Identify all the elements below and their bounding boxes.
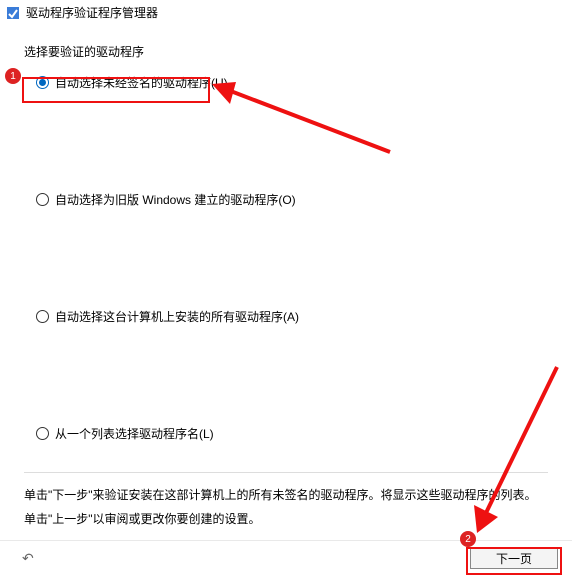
title-bar: 驱动程序验证程序管理器 xyxy=(0,0,572,25)
radio-label: 自动选择为旧版 Windows 建立的驱动程序(O) xyxy=(55,191,296,208)
radio-option-old-windows[interactable]: 自动选择为旧版 Windows 建立的驱动程序(O) xyxy=(36,191,544,208)
app-icon xyxy=(6,6,20,20)
radio-option-from-list[interactable]: 从一个列表选择驱动程序名(L) xyxy=(36,425,544,442)
radio-option-all-drivers[interactable]: 自动选择这台计算机上安装的所有驱动程序(A) xyxy=(36,308,544,325)
radio-icon xyxy=(36,193,49,206)
description: 单击"下一步"来验证安装在这部计算机上的所有未签名的驱动程序。将显示这些驱动程序… xyxy=(24,483,548,531)
radio-group: 自动选择未经签名的驱动程序(U) 自动选择为旧版 Windows 建立的驱动程序… xyxy=(24,74,548,442)
content-area: 选择要验证的驱动程序 自动选择未经签名的驱动程序(U) 自动选择为旧版 Wind… xyxy=(0,25,572,541)
radio-option-unsigned[interactable]: 自动选择未经签名的驱动程序(U) xyxy=(36,74,544,91)
radio-icon xyxy=(36,76,49,89)
radio-label: 从一个列表选择驱动程序名(L) xyxy=(55,425,214,442)
section-heading: 选择要验证的驱动程序 xyxy=(24,43,548,60)
footer-nav: ↶ 下一页 xyxy=(0,540,572,575)
divider xyxy=(24,472,548,473)
radio-icon xyxy=(36,427,49,440)
description-line: 单击"上一步"以审阅或更改你要创建的设置。 xyxy=(24,507,548,531)
next-button[interactable]: 下一页 xyxy=(470,547,558,569)
back-arrow-icon[interactable]: ↶ xyxy=(22,550,34,567)
window-title: 驱动程序验证程序管理器 xyxy=(26,4,158,21)
radio-label: 自动选择这台计算机上安装的所有驱动程序(A) xyxy=(55,308,299,325)
radio-icon xyxy=(36,310,49,323)
radio-label: 自动选择未经签名的驱动程序(U) xyxy=(55,74,228,91)
description-line: 单击"下一步"来验证安装在这部计算机上的所有未签名的驱动程序。将显示这些驱动程序… xyxy=(24,483,548,507)
